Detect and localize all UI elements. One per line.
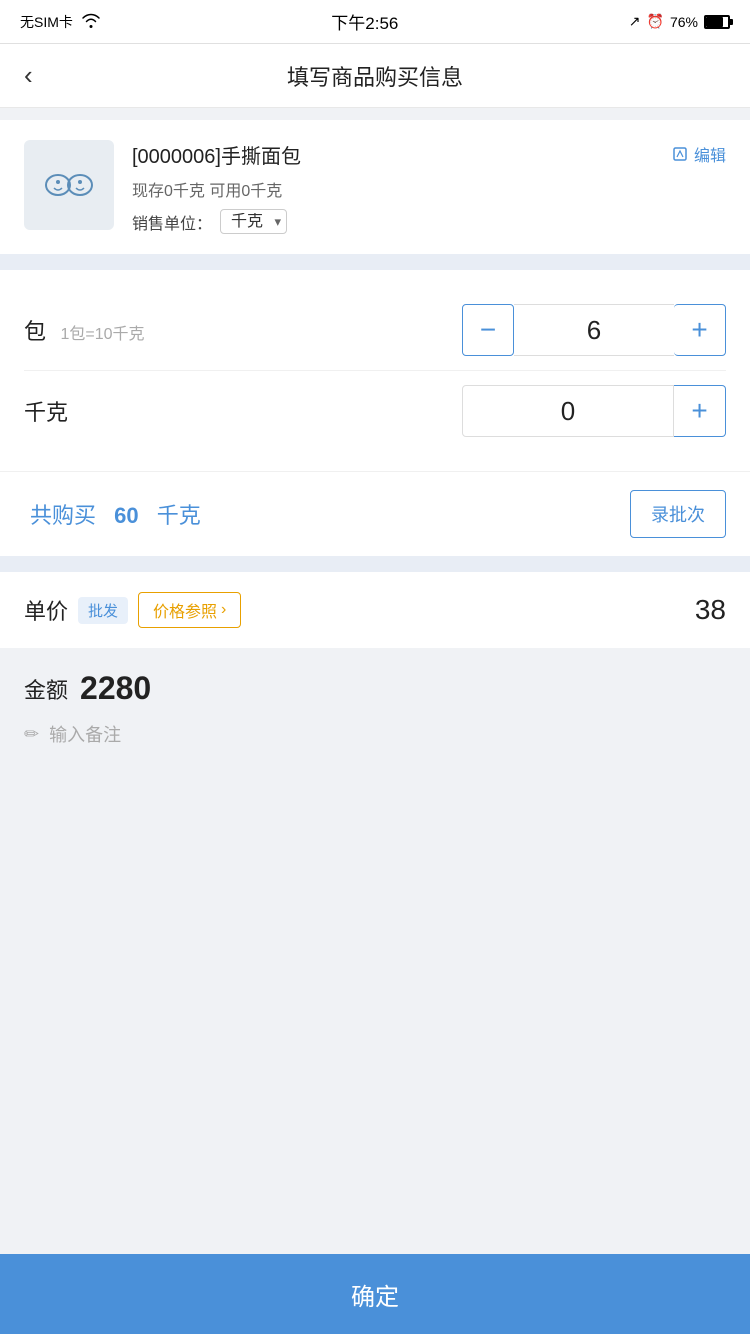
status-left: 无SIM卡 [20,12,101,32]
remark-placeholder: 输入备注 [49,721,121,747]
total-amount: 60 [114,503,138,528]
total-row: 共购买 60 千克 录批次 [0,472,750,556]
unit-label: 销售单位： [132,210,212,234]
battery-percent: 76% [670,14,698,30]
bag-label-group: 包 1包=10千克 [24,314,145,346]
bag-minus-button[interactable]: − [462,304,514,356]
price-row: 单价 批发 价格参照 › 38 [24,592,726,628]
empty-space [0,763,750,1063]
kg-quantity-input[interactable] [462,385,674,437]
status-right: ↗ ⏰ 76% [629,13,730,30]
section-divider-1 [0,254,750,270]
bag-quantity-row: 包 1包=10千克 − + [24,290,726,371]
quantity-section: 包 1包=10千克 − + 千克 + [0,270,750,472]
unit-select[interactable]: 千克 包 [220,209,287,234]
alarm-icon: ⏰ [647,13,664,30]
location-icon: ↗ [629,13,641,30]
confirm-bar[interactable]: 确定 [0,1254,750,1334]
kg-label: 千克 [24,395,68,427]
battery-icon [704,15,730,29]
record-batch-button[interactable]: 录批次 [630,490,726,538]
unit-select-wrap[interactable]: 千克 包 [220,209,287,234]
carrier-text: 无SIM卡 [20,12,73,32]
status-bar: 无SIM卡 下午2:56 ↗ ⏰ 76% [0,0,750,44]
bag-qty-control: − + [462,304,726,356]
product-card: [0000006]手撕面包 编辑 现存0千克 可用0千克 销售单位： 千克 包 [0,120,750,254]
bag-hint: 1包=10千克 [60,326,144,343]
status-time: 下午2:56 [331,9,398,34]
amount-section: 金额 2280 ✏ 输入备注 [0,648,750,763]
wifi-icon [81,12,101,31]
amount-value: 2280 [80,670,151,707]
kg-plus-button[interactable]: + [674,385,726,437]
price-value: 38 [695,594,726,626]
kg-quantity-row: 千克 + [24,371,726,451]
bag-plus-button[interactable]: + [674,304,726,356]
bag-quantity-input[interactable] [514,304,674,356]
section-divider-2 [0,556,750,572]
amount-row: 金额 2280 [24,670,726,707]
product-name: [0000006]手撕面包 [132,140,301,169]
price-batch-tag: 批发 [78,597,128,624]
bag-label: 包 [24,319,46,344]
nav-bar: ‹ 填写商品购买信息 [0,44,750,108]
price-left: 单价 批发 价格参照 › [24,592,241,628]
pencil-icon: ✏ [24,724,39,745]
product-info: [0000006]手撕面包 编辑 现存0千克 可用0千克 销售单位： 千克 包 [132,140,726,234]
back-button[interactable]: ‹ [24,60,33,91]
price-section: 单价 批发 价格参照 › 38 [0,572,750,648]
amount-label: 金额 [24,673,68,705]
confirm-label: 确定 [351,1277,399,1312]
remark-row[interactable]: ✏ 输入备注 [24,721,726,747]
edit-button[interactable]: 编辑 [672,140,726,166]
price-label: 单价 [24,594,68,626]
total-label: 共购买 60 千克 [24,498,207,530]
page-title: 填写商品购买信息 [287,60,463,92]
product-unit-row: 销售单位： 千克 包 [132,209,726,234]
product-stock: 现存0千克 可用0千克 [132,177,726,201]
price-reference-button[interactable]: 价格参照 › [138,592,241,628]
kg-qty-control: + [462,385,726,437]
product-thumbnail [24,140,114,230]
